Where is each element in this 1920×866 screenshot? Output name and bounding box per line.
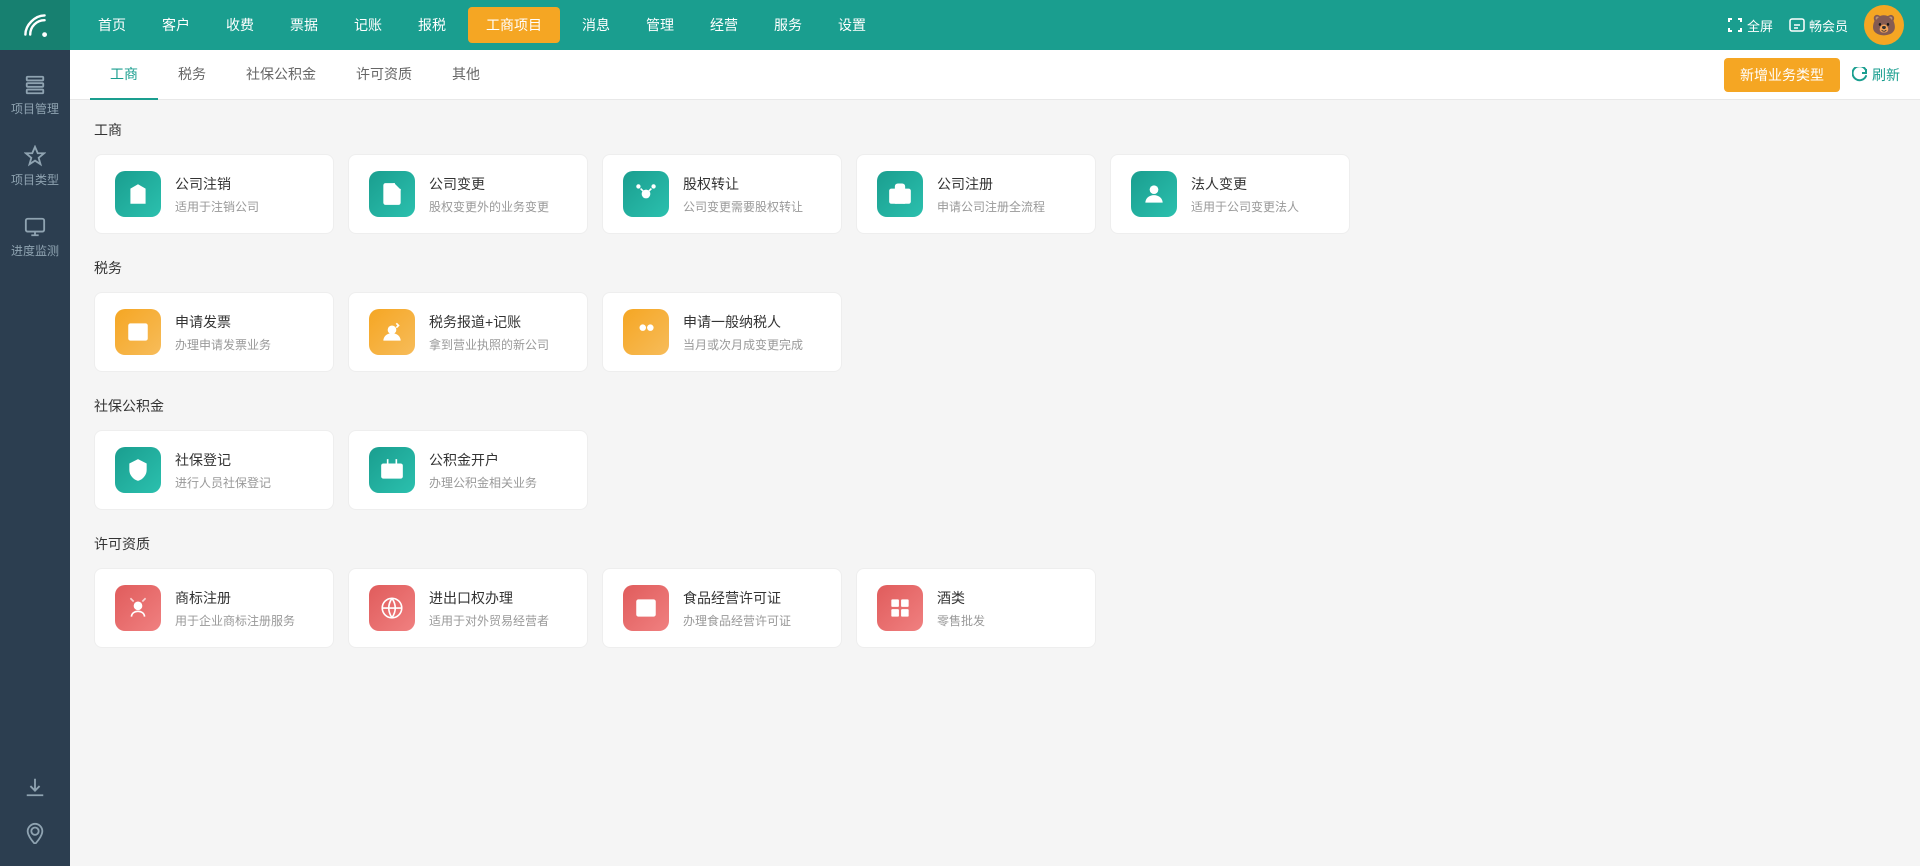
card-icon-alcohol (877, 585, 923, 631)
card-icon-social-insurance (115, 447, 161, 493)
content-area: 工商 税务 社保公积金 许可资质 其他 新增业务类型 刷新 工商 (70, 50, 1920, 866)
card-icon-import-export (369, 585, 415, 631)
card-icon-trademark (115, 585, 161, 631)
card-icon-company-change (369, 171, 415, 217)
cards-grid-shebao: 社保登记 进行人员社保登记 公积金开户 办理公积金相关业务 (94, 430, 1896, 510)
section-title-shebao: 社保公积金 (94, 396, 1896, 416)
card-info-provident-fund: 公积金开户 办理公积金相关业务 (429, 450, 567, 491)
nav-service[interactable]: 服务 (756, 0, 820, 50)
card-info-tax-report: 税务报道+记账 拿到营业执照的新公司 (429, 312, 567, 353)
card-provident-fund[interactable]: 公积金开户 办理公积金相关业务 (348, 430, 588, 510)
card-social-insurance[interactable]: 社保登记 进行人员社保登记 (94, 430, 334, 510)
card-icon-invoice-apply (115, 309, 161, 355)
card-info-company-change: 公司变更 股权变更外的业务变更 (429, 174, 567, 215)
card-info-company-register: 公司注册 申请公司注册全流程 (937, 174, 1075, 215)
card-info-food-license: 食品经营许可证 办理食品经营许可证 (683, 588, 821, 629)
card-icon-company-register (877, 171, 923, 217)
logo[interactable] (0, 0, 70, 50)
card-info-legal-change: 法人变更 适用于公司变更法人 (1191, 174, 1329, 215)
section-xuke: 许可资质 商标注册 用于企业商标注册服务 (94, 534, 1896, 648)
nav-tax[interactable]: 报税 (400, 0, 464, 50)
nav-bill[interactable]: 票据 (272, 0, 336, 50)
fullscreen-btn[interactable]: 全屏 (1727, 16, 1773, 35)
top-navigation: 首页 客户 收费 票据 记账 报税 工商项目 消息 管理 经营 服务 设置 全屏… (0, 0, 1920, 50)
card-equity-transfer[interactable]: 股权转让 公司变更需要股权转让 (602, 154, 842, 234)
tab-xuke[interactable]: 许可资质 (336, 50, 432, 100)
add-type-button[interactable]: 新增业务类型 (1724, 58, 1840, 92)
nav-home[interactable]: 首页 (80, 0, 144, 50)
cards-grid-shuiwu: 申请发票 办理申请发票业务 税务报道+记账 拿到营业执照的新公司 (94, 292, 1896, 372)
nav-operation[interactable]: 经营 (692, 0, 756, 50)
card-icon-company-cancel (115, 171, 161, 217)
nav-right: 全屏 畅会员 🐻 (1727, 5, 1920, 45)
nav-items: 首页 客户 收费 票据 记账 报税 工商项目 消息 管理 经营 服务 设置 (70, 0, 1727, 50)
sidebar-item-project-type[interactable]: 项目类型 (0, 131, 70, 202)
tab-gongshang[interactable]: 工商 (90, 50, 158, 100)
card-tax-report[interactable]: 税务报道+记账 拿到营业执照的新公司 (348, 292, 588, 372)
sidebar: 项目管理 项目类型 进度监测 (0, 50, 70, 866)
section-shebao: 社保公积金 社保登记 进行人员社保登记 (94, 396, 1896, 510)
card-food-license[interactable]: 食品经营许可证 办理食品经营许可证 (602, 568, 842, 648)
nav-settings[interactable]: 设置 (820, 0, 884, 50)
nav-customer[interactable]: 客户 (144, 0, 208, 50)
nav-business[interactable]: 工商项目 (468, 7, 560, 43)
card-icon-general-taxpayer (623, 309, 669, 355)
card-info-invoice-apply: 申请发票 办理申请发票业务 (175, 312, 313, 353)
main-layout: 项目管理 项目类型 进度监测 (0, 50, 1920, 866)
nav-fee[interactable]: 收费 (208, 0, 272, 50)
card-info-equity-transfer: 股权转让 公司变更需要股权转让 (683, 174, 821, 215)
section-title-xuke: 许可资质 (94, 534, 1896, 554)
nav-account[interactable]: 记账 (336, 0, 400, 50)
card-general-taxpayer[interactable]: 申请一般纳税人 当月或次月成变更完成 (602, 292, 842, 372)
tab-other[interactable]: 其他 (432, 50, 500, 100)
sidebar-item-progress-monitor[interactable]: 进度监测 (0, 202, 70, 273)
member-btn[interactable]: 畅会员 (1789, 16, 1848, 35)
cards-grid-xuke: 商标注册 用于企业商标注册服务 进出口权办理 适用于对外贸易经营者 (94, 568, 1896, 648)
card-legal-change[interactable]: 法人变更 适用于公司变更法人 (1110, 154, 1350, 234)
card-trademark[interactable]: 商标注册 用于企业商标注册服务 (94, 568, 334, 648)
card-icon-legal-change (1131, 171, 1177, 217)
tab-shuiwu[interactable]: 税务 (158, 50, 226, 100)
cards-grid-gongshang: 公司注销 适用于注销公司 公司变更 股权变更外的业务变更 (94, 154, 1896, 234)
sidebar-location-btn[interactable] (0, 810, 70, 856)
content-scroll[interactable]: 工商 公司注销 适用于注销公司 (70, 100, 1920, 866)
tabs-bar: 工商 税务 社保公积金 许可资质 其他 新增业务类型 刷新 (70, 50, 1920, 100)
refresh-button[interactable]: 刷新 (1852, 65, 1900, 85)
card-alcohol[interactable]: 酒类 零售批发 (856, 568, 1096, 648)
card-info-company-cancel: 公司注销 适用于注销公司 (175, 174, 313, 215)
card-icon-food-license (623, 585, 669, 631)
card-icon-tax-report (369, 309, 415, 355)
nav-message[interactable]: 消息 (564, 0, 628, 50)
card-company-change[interactable]: 公司变更 股权变更外的业务变更 (348, 154, 588, 234)
section-gongshang: 工商 公司注销 适用于注销公司 (94, 120, 1896, 234)
card-info-import-export: 进出口权办理 适用于对外贸易经营者 (429, 588, 567, 629)
tab-shebao[interactable]: 社保公积金 (226, 50, 336, 100)
card-info-trademark: 商标注册 用于企业商标注册服务 (175, 588, 313, 629)
user-avatar[interactable]: 🐻 (1864, 5, 1904, 45)
section-title-shuiwu: 税务 (94, 258, 1896, 278)
nav-manage[interactable]: 管理 (628, 0, 692, 50)
sidebar-item-project-management[interactable]: 项目管理 (0, 60, 70, 131)
tabs-actions: 新增业务类型 刷新 (1724, 58, 1900, 92)
card-company-cancel[interactable]: 公司注销 适用于注销公司 (94, 154, 334, 234)
card-import-export[interactable]: 进出口权办理 适用于对外贸易经营者 (348, 568, 588, 648)
card-company-register[interactable]: 公司注册 申请公司注册全流程 (856, 154, 1096, 234)
card-info-alcohol: 酒类 零售批发 (937, 588, 1075, 629)
section-title-gongshang: 工商 (94, 120, 1896, 140)
card-icon-provident-fund (369, 447, 415, 493)
sidebar-download-btn[interactable] (0, 764, 70, 810)
sidebar-bottom (0, 764, 70, 866)
section-shuiwu: 税务 申请发票 办理申请发票业务 (94, 258, 1896, 372)
card-info-general-taxpayer: 申请一般纳税人 当月或次月成变更完成 (683, 312, 821, 353)
card-icon-equity-transfer (623, 171, 669, 217)
card-invoice-apply[interactable]: 申请发票 办理申请发票业务 (94, 292, 334, 372)
card-info-social-insurance: 社保登记 进行人员社保登记 (175, 450, 313, 491)
